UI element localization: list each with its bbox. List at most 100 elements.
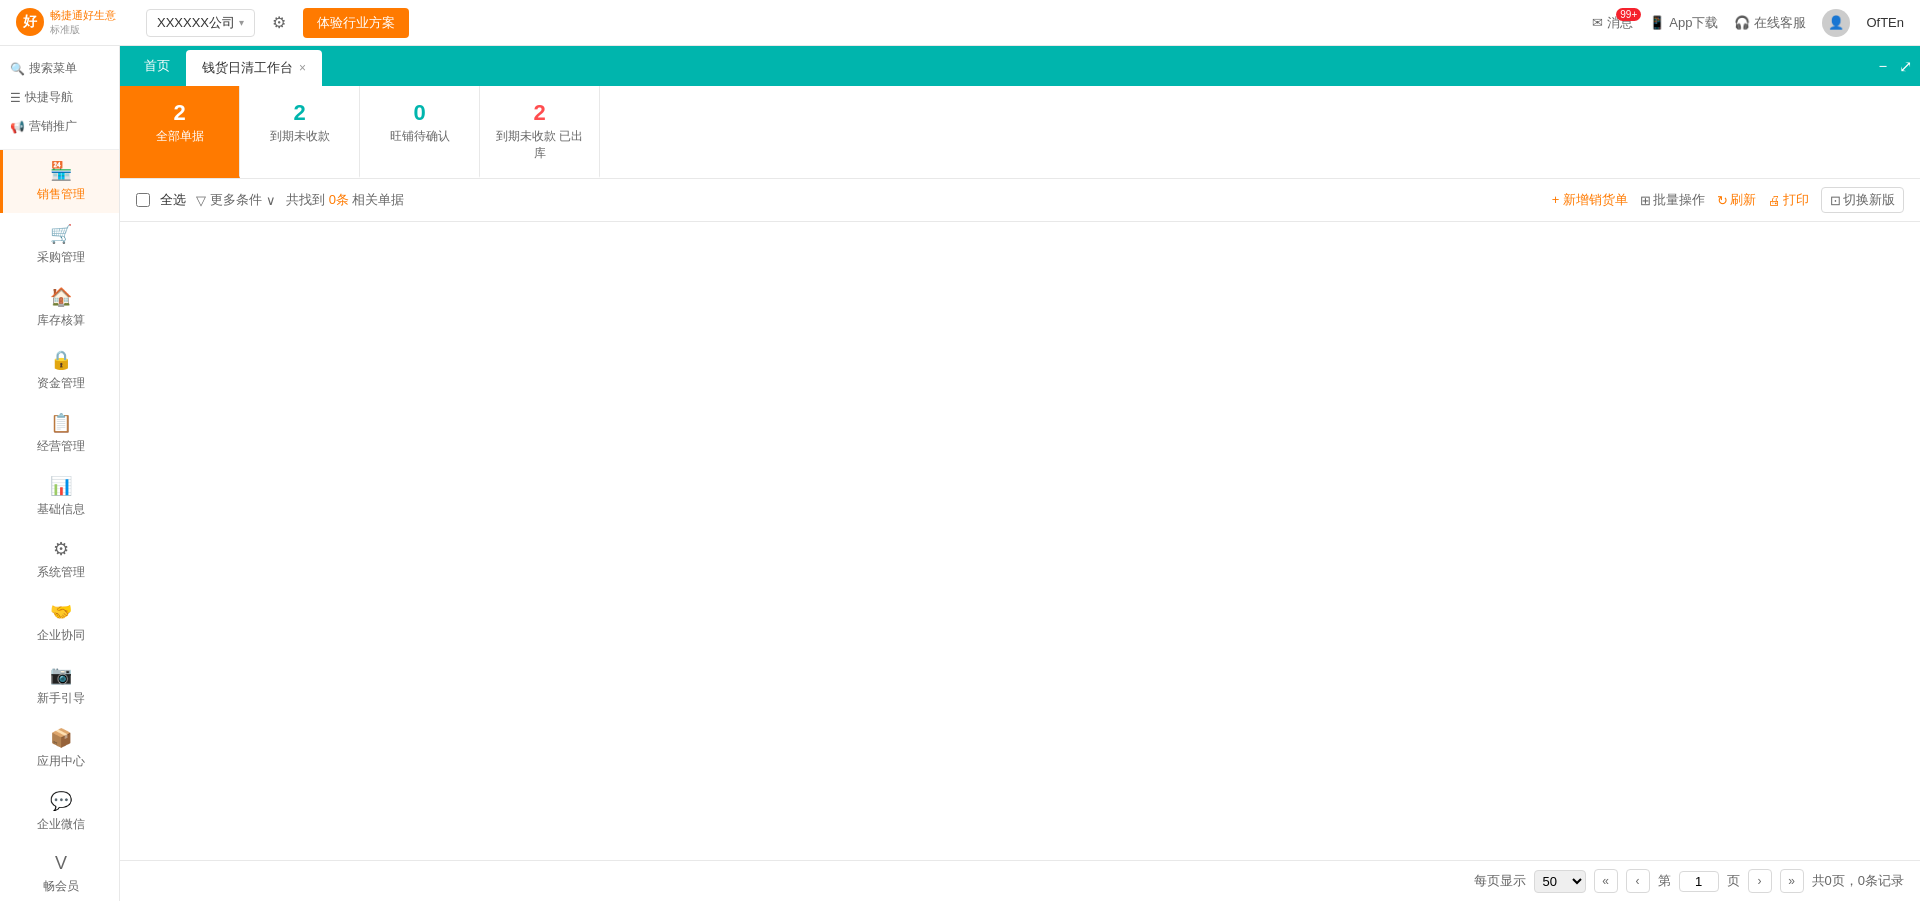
minimize-button[interactable]: － bbox=[1875, 56, 1891, 77]
filter-icon: ▽ bbox=[196, 193, 206, 208]
select-all-checkbox[interactable] bbox=[136, 193, 150, 207]
operations-icon: 📋 bbox=[50, 412, 72, 434]
last-page-button[interactable]: » bbox=[1780, 869, 1804, 893]
appcenter-icon: 📦 bbox=[50, 727, 72, 749]
next-page-button[interactable]: › bbox=[1748, 869, 1772, 893]
logo-area: 好 畅捷通好生意 标准版 bbox=[16, 8, 136, 36]
operations-label: 经营管理 bbox=[37, 438, 85, 455]
sidebar-item-guide[interactable]: 📷 新手引导 bbox=[0, 654, 119, 717]
guide-icon: 📷 bbox=[50, 664, 72, 686]
refresh-icon: ↻ bbox=[1717, 193, 1728, 208]
logo-sub: 标准版 bbox=[50, 23, 116, 37]
trial-button[interactable]: 体验行业方案 bbox=[303, 8, 409, 38]
sidebar-item-inventory[interactable]: 🏠 库存核算 bbox=[0, 276, 119, 339]
stat-label-pending_confirm: 旺铺待确认 bbox=[370, 128, 469, 145]
filter-button[interactable]: ▽ 更多条件 ∨ bbox=[196, 191, 276, 209]
per-page-select[interactable]: 50 100 200 bbox=[1534, 870, 1586, 893]
print-icon: 🖨 bbox=[1768, 193, 1781, 208]
logo-text: 畅捷通好生意 bbox=[50, 8, 116, 22]
stat-tab-pending_confirm[interactable]: 0 旺铺待确认 bbox=[360, 86, 480, 178]
tab-active[interactable]: 钱货日清工作台 × bbox=[186, 50, 322, 86]
refresh-button[interactable]: ↻ 刷新 bbox=[1717, 191, 1756, 209]
stat-tab-all[interactable]: 2 全部单据 bbox=[120, 86, 240, 178]
member-label: 畅会员 bbox=[43, 878, 79, 895]
batch-icon: ⊞ bbox=[1640, 193, 1651, 208]
finance-label: 资金管理 bbox=[37, 375, 85, 392]
message-action[interactable]: ✉ 消息 99+ bbox=[1592, 14, 1633, 32]
add-sales-order-button[interactable]: + 新增销货单 bbox=[1552, 191, 1628, 209]
app-download-action[interactable]: 📱 App下载 bbox=[1649, 14, 1718, 32]
stat-label-overdue_unpaid: 到期未收款 bbox=[250, 128, 349, 145]
quick-nav-label: 快捷导航 bbox=[25, 89, 73, 106]
filter-chevron: ∨ bbox=[266, 193, 276, 208]
system-icon: ⚙ bbox=[53, 538, 69, 560]
cooperation-label: 企业协同 bbox=[37, 627, 85, 644]
total-label: 共0页，0条记录 bbox=[1812, 872, 1904, 890]
sidebar-item-wechat[interactable]: 💬 企业微信 bbox=[0, 780, 119, 843]
found-count: 0条 bbox=[329, 192, 349, 207]
batch-label: 批量操作 bbox=[1653, 191, 1705, 209]
stat-tab-overdue_unshipped[interactable]: 2 到期未收款 已出库 bbox=[480, 86, 600, 178]
sidebar-item-sales[interactable]: 🏪 销售管理 bbox=[0, 150, 119, 213]
maximize-button[interactable]: ⤢ bbox=[1899, 57, 1912, 76]
per-page-label: 每页显示 bbox=[1474, 872, 1526, 890]
sidebar-item-purchase[interactable]: 🛒 采购管理 bbox=[0, 213, 119, 276]
company-name: XXXXXX公司 bbox=[157, 14, 235, 32]
sidebar-item-system[interactable]: ⚙ 系统管理 bbox=[0, 528, 119, 591]
marketing-icon: 📢 bbox=[10, 120, 25, 134]
page-suffix: 页 bbox=[1727, 872, 1740, 890]
sidebar-search[interactable]: 🔍 搜索菜单 bbox=[0, 54, 119, 83]
sidebar-items: 🏪 销售管理 🛒 采购管理 🏠 库存核算 🔒 资金管理 📋 经营管理 📊 基础信… bbox=[0, 150, 119, 901]
filter-label: 更多条件 bbox=[210, 191, 262, 209]
content-area: 2 全部单据 2 到期未收款 0 旺铺待确认 2 到期未收款 已出库 全选 ▽ … bbox=[120, 86, 1920, 901]
tab-bar: 首页 钱货日清工作台 × － ⤢ bbox=[120, 46, 1920, 86]
switch-label: 切换新版 bbox=[1843, 191, 1895, 209]
message-badge: 99+ bbox=[1616, 8, 1641, 21]
header-left: 好 畅捷通好生意 标准版 XXXXXX公司 ▾ ⚙ 体验行业方案 bbox=[16, 8, 409, 38]
online-service-label: 在线客服 bbox=[1754, 14, 1806, 32]
avatar-icon: 👤 bbox=[1828, 15, 1844, 30]
app-download-label: App下载 bbox=[1669, 14, 1718, 32]
service-icon: 🎧 bbox=[1734, 15, 1750, 30]
search-icon: 🔍 bbox=[10, 62, 25, 76]
stat-label-all: 全部单据 bbox=[130, 128, 229, 145]
avatar[interactable]: 👤 bbox=[1822, 9, 1850, 37]
pagination-bar: 每页显示 50 100 200 « ‹ 第 页 › » 共0页，0条记录 bbox=[120, 860, 1920, 901]
sidebar-item-basics[interactable]: 📊 基础信息 bbox=[0, 465, 119, 528]
sidebar-quick-nav[interactable]: ☰ 快捷导航 bbox=[0, 83, 119, 112]
online-service-action[interactable]: 🎧 在线客服 bbox=[1734, 14, 1806, 32]
switch-icon: ⊡ bbox=[1830, 193, 1841, 208]
sidebar-top: 🔍 搜索菜单 ☰ 快捷导航 📢 营销推广 bbox=[0, 46, 119, 150]
batch-operation-button[interactable]: ⊞ 批量操作 bbox=[1640, 191, 1705, 209]
finance-icon: 🔒 bbox=[50, 349, 72, 371]
found-text: 共找到 0条 相关单据 bbox=[286, 191, 404, 209]
tab-home[interactable]: 首页 bbox=[128, 46, 186, 86]
inventory-icon: 🏠 bbox=[50, 286, 72, 308]
prev-page-button[interactable]: ‹ bbox=[1626, 869, 1650, 893]
refresh-label: 刷新 bbox=[1730, 191, 1756, 209]
settings-button[interactable]: ⚙ bbox=[265, 9, 293, 37]
tab-bar-actions: － ⤢ bbox=[1875, 56, 1920, 77]
message-icon: ✉ bbox=[1592, 15, 1603, 30]
system-label: 系统管理 bbox=[37, 564, 85, 581]
toolbar-right: + 新增销货单 ⊞ 批量操作 ↻ 刷新 🖨 打印 ⊡ bbox=[1552, 187, 1904, 213]
sidebar-item-operations[interactable]: 📋 经营管理 bbox=[0, 402, 119, 465]
sidebar-item-appcenter[interactable]: 📦 应用中心 bbox=[0, 717, 119, 780]
appcenter-label: 应用中心 bbox=[37, 753, 85, 770]
page-number-input[interactable] bbox=[1679, 871, 1719, 892]
company-selector[interactable]: XXXXXX公司 ▾ bbox=[146, 9, 255, 37]
first-page-button[interactable]: « bbox=[1594, 869, 1618, 893]
sidebar-item-finance[interactable]: 🔒 资金管理 bbox=[0, 339, 119, 402]
sidebar-item-member[interactable]: V 畅会员 bbox=[0, 843, 119, 901]
top-header: 好 畅捷通好生意 标准版 XXXXXX公司 ▾ ⚙ 体验行业方案 ✉ 消息 99… bbox=[0, 0, 1920, 46]
sales-label: 销售管理 bbox=[37, 186, 85, 203]
logo-icon: 好 bbox=[16, 8, 44, 36]
stat-label-overdue_unshipped: 到期未收款 已出库 bbox=[490, 128, 589, 162]
switch-version-button[interactable]: ⊡ 切换新版 bbox=[1821, 187, 1904, 213]
print-button[interactable]: 🖨 打印 bbox=[1768, 191, 1809, 209]
stat-tab-overdue_unpaid[interactable]: 2 到期未收款 bbox=[240, 86, 360, 178]
close-tab-button[interactable]: × bbox=[299, 61, 306, 75]
stat-number-all: 2 bbox=[130, 100, 229, 126]
sidebar-item-cooperation[interactable]: 🤝 企业协同 bbox=[0, 591, 119, 654]
sidebar-marketing[interactable]: 📢 营销推广 bbox=[0, 112, 119, 141]
